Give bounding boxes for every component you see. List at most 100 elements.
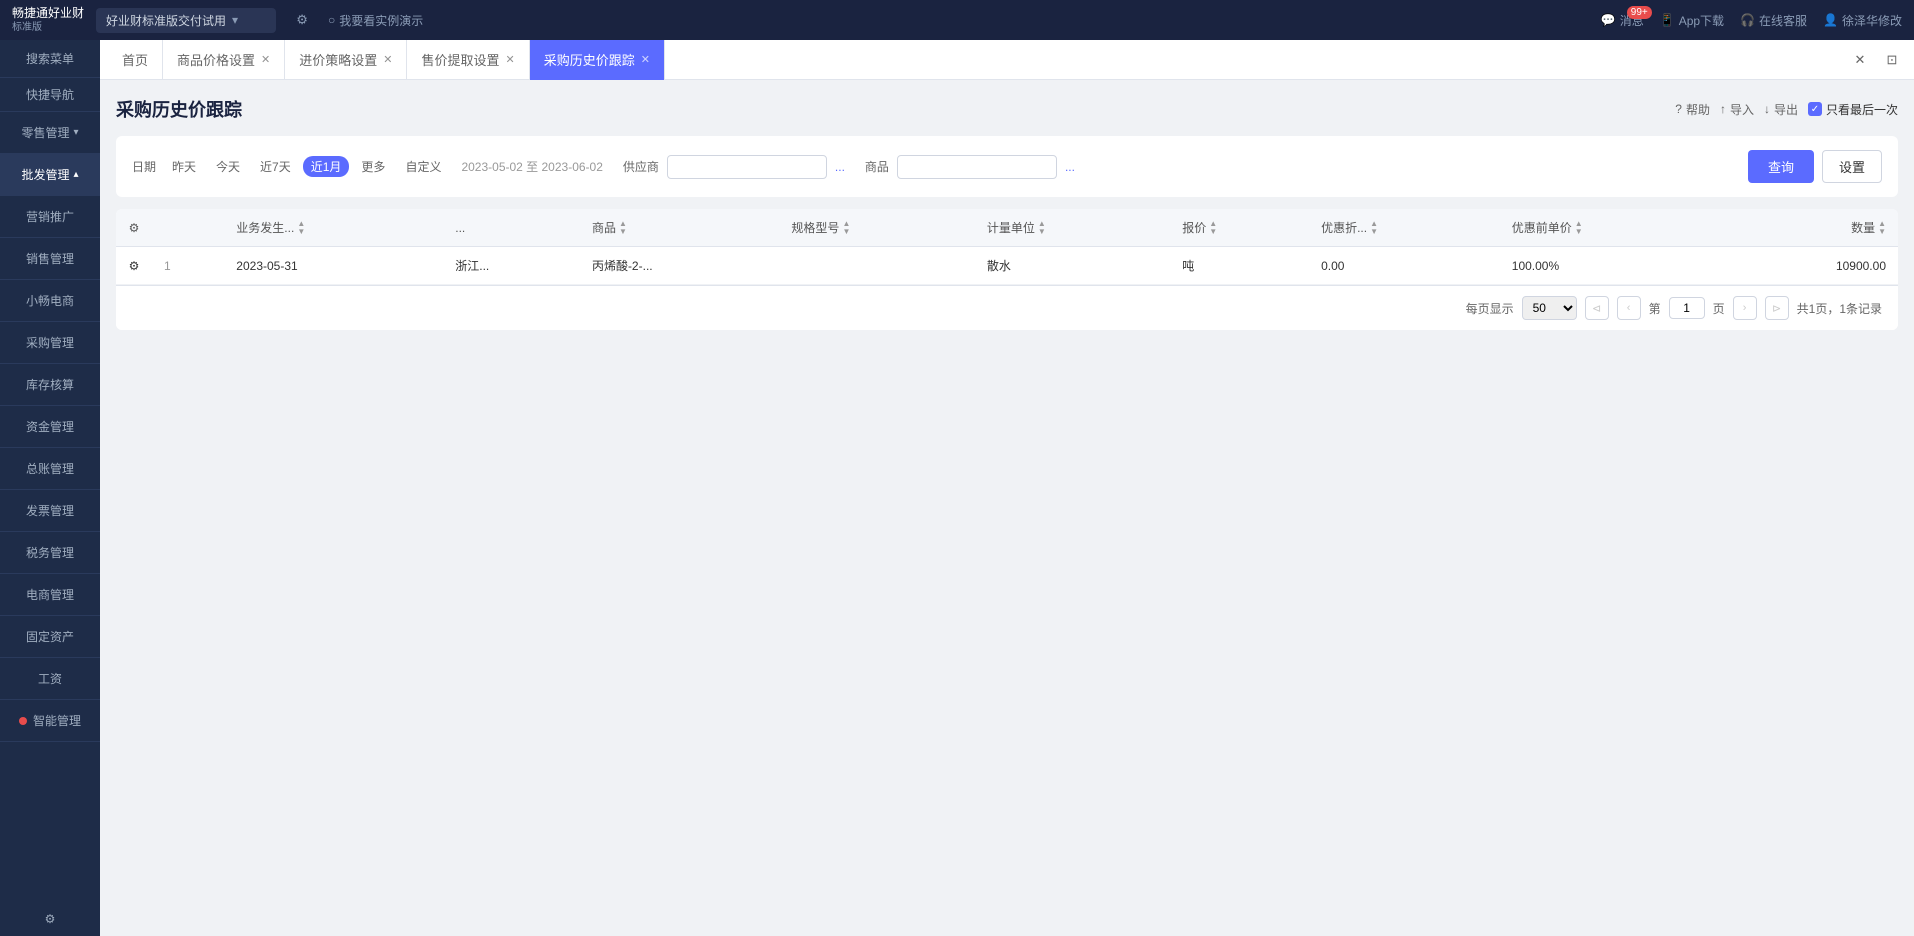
col-unit[interactable]: 计量单位 ▲▼ bbox=[975, 209, 1170, 247]
sidebar-item-label: 营销推广 bbox=[26, 208, 74, 225]
col-pre-discount-price[interactable]: 优惠前单价 ▲▼ bbox=[1500, 209, 1724, 247]
sort-icon: ▲▼ bbox=[297, 220, 305, 236]
sidebar-item-finance[interactable]: 资金管理 bbox=[0, 406, 100, 448]
date-btn-custom[interactable]: 自定义 bbox=[397, 156, 449, 177]
chevron-down-icon: ▾ bbox=[232, 13, 238, 27]
sidebar-item-smart[interactable]: 智能管理 bbox=[0, 700, 100, 742]
product-filter-group: 商品 ... bbox=[865, 155, 1075, 179]
per-page-label: 每页显示 bbox=[1466, 300, 1514, 317]
sidebar-item-ledger[interactable]: 总账管理 bbox=[0, 448, 100, 490]
messages-button[interactable]: 💬 消息 99+ bbox=[1601, 12, 1644, 29]
col-date[interactable]: 业务发生... ▲▼ bbox=[224, 209, 443, 247]
tab-home[interactable]: 首页 bbox=[108, 40, 163, 80]
col-quote[interactable]: 报价 ▲▼ bbox=[1170, 209, 1309, 247]
online-service-button[interactable]: 🎧 在线客服 bbox=[1740, 12, 1807, 29]
export-button[interactable]: ↓ 导出 bbox=[1764, 101, 1798, 118]
page-first-btn[interactable]: ⊲ bbox=[1585, 296, 1609, 320]
sidebar-item-retail[interactable]: 零售管理 ▾ bbox=[0, 112, 100, 154]
filter-settings-button[interactable]: 设置 bbox=[1822, 150, 1882, 183]
messages-badge: 99+ bbox=[1627, 6, 1652, 19]
date-btn-1month[interactable]: 近1月 bbox=[303, 156, 350, 177]
sidebar-item-invoice[interactable]: 发票管理 bbox=[0, 490, 100, 532]
sidebar-item-purchase[interactable]: 采购管理 bbox=[0, 322, 100, 364]
sidebar-item-marketing[interactable]: 营销推广 bbox=[0, 196, 100, 238]
col-more[interactable]: ... bbox=[443, 209, 580, 247]
sidebar-item-label: 批发管理 bbox=[21, 166, 69, 183]
total-info: 共1页，1条记录 bbox=[1797, 300, 1882, 317]
sidebar-item-label: 发票管理 bbox=[26, 502, 74, 519]
product-filter-label: 商品 bbox=[865, 158, 889, 175]
date-btn-today[interactable]: 今天 bbox=[208, 156, 248, 177]
sidebar-item-label: 工资 bbox=[38, 670, 62, 687]
row-product: 丙烯酸-2-... bbox=[580, 247, 779, 285]
export-icon: ↓ bbox=[1764, 102, 1770, 116]
supplier-more-btn[interactable]: ... bbox=[835, 160, 845, 174]
tab-price[interactable]: 商品价格设置 ✕ bbox=[163, 40, 285, 80]
tab-label: 进价策略设置 bbox=[299, 50, 377, 69]
date-range-display: 2023-05-02 至 2023-06-02 bbox=[461, 158, 602, 175]
tab-maximize-btn[interactable]: ⊡ bbox=[1878, 46, 1906, 74]
filter-actions: 查询 设置 bbox=[1748, 150, 1882, 183]
sidebar-settings-btn[interactable]: ⚙ bbox=[0, 902, 100, 936]
sort-icon: ▲▼ bbox=[1878, 220, 1886, 236]
import-button[interactable]: ↑ 导入 bbox=[1720, 101, 1754, 118]
sidebar-item-label: 税务管理 bbox=[26, 544, 74, 561]
page-prev-btn[interactable]: ‹ bbox=[1617, 296, 1641, 320]
row-unit: 散水 bbox=[975, 247, 1170, 285]
tab-strategy[interactable]: 进价策略设置 ✕ bbox=[285, 40, 407, 80]
sidebar-item-ecommerce[interactable]: 电商管理 bbox=[0, 574, 100, 616]
sidebar-item-ecommerce-small[interactable]: 小畅电商 bbox=[0, 280, 100, 322]
sort-icon: ▲▼ bbox=[1370, 220, 1378, 236]
row-supplier: 浙江... bbox=[443, 247, 580, 285]
tab-history-price[interactable]: 采购历史价跟踪 ✕ bbox=[530, 40, 665, 80]
col-spec[interactable]: 规格型号 ▲▼ bbox=[779, 209, 974, 247]
sidebar-item-tax[interactable]: 税务管理 bbox=[0, 532, 100, 574]
tab-close-icon[interactable]: ✕ bbox=[383, 53, 392, 66]
supplier-input[interactable] bbox=[667, 155, 827, 179]
help-button[interactable]: ? 帮助 bbox=[1675, 101, 1710, 118]
tab-sale-price[interactable]: 售价提取设置 ✕ bbox=[407, 40, 529, 80]
row-pre-discount-price: 10900.00 bbox=[1723, 247, 1898, 285]
col-discount[interactable]: 优惠折... ▲▼ bbox=[1309, 209, 1500, 247]
product-selector[interactable]: 好业财标准版交付试用 ▾ bbox=[96, 8, 276, 33]
sidebar-item-inventory[interactable]: 库存核算 bbox=[0, 364, 100, 406]
col-product[interactable]: 商品 ▲▼ bbox=[580, 209, 779, 247]
tab-close-icon[interactable]: ✕ bbox=[261, 53, 270, 66]
page-label: 第 bbox=[1649, 300, 1661, 317]
app-download-button[interactable]: 📱 App下载 bbox=[1660, 12, 1724, 29]
tab-close-window-btn[interactable]: ✕ bbox=[1846, 46, 1874, 74]
page-header: 采购历史价跟踪 ? 帮助 ↑ 导入 ↓ 导出 ✓ bbox=[116, 96, 1898, 122]
query-button[interactable]: 查询 bbox=[1748, 150, 1814, 183]
sidebar-item-label: 零售管理 bbox=[21, 124, 69, 141]
page-last-btn[interactable]: ⊳ bbox=[1765, 296, 1789, 320]
demo-link[interactable]: ○ 我要看实例演示 bbox=[328, 12, 423, 29]
sidebar-search[interactable]: 搜索菜单 bbox=[0, 40, 100, 78]
headset-icon: 🎧 bbox=[1740, 13, 1755, 27]
date-btn-more[interactable]: 更多 bbox=[353, 156, 393, 177]
sidebar-item-wholesale[interactable]: 批发管理 ▴ bbox=[0, 154, 100, 196]
row-gear[interactable]: ⚙ bbox=[116, 247, 152, 285]
topbar-settings-icon[interactable]: ⚙ bbox=[288, 6, 316, 34]
only-last-checkbox[interactable]: ✓ 只看最后一次 bbox=[1808, 101, 1898, 118]
user-menu-button[interactable]: 👤 徐泽华修改 bbox=[1823, 12, 1902, 29]
date-btn-7days[interactable]: 近7天 bbox=[252, 156, 299, 177]
product-input[interactable] bbox=[897, 155, 1057, 179]
page-input[interactable] bbox=[1669, 297, 1705, 319]
date-btn-yesterday[interactable]: 昨天 bbox=[164, 156, 204, 177]
sidebar-item-salary[interactable]: 工资 bbox=[0, 658, 100, 700]
per-page-select[interactable]: 50 100 200 bbox=[1522, 296, 1577, 320]
tab-label: 采购历史价跟踪 bbox=[544, 50, 635, 69]
sidebar-item-sales[interactable]: 销售管理 bbox=[0, 238, 100, 280]
tab-close-icon[interactable]: ✕ bbox=[506, 53, 515, 66]
product-more-btn[interactable]: ... bbox=[1065, 160, 1075, 174]
sidebar-quick-nav[interactable]: 快捷导航 bbox=[0, 78, 100, 112]
tab-label: 商品价格设置 bbox=[177, 50, 255, 69]
col-gear[interactable]: ⚙ bbox=[116, 209, 152, 247]
tab-close-icon[interactable]: ✕ bbox=[641, 53, 650, 66]
sidebar-item-assets[interactable]: 固定资产 bbox=[0, 616, 100, 658]
col-quantity[interactable]: 数量 ▲▼ bbox=[1723, 209, 1898, 247]
sidebar-item-label: 智能管理 bbox=[33, 712, 81, 729]
page-next-btn[interactable]: › bbox=[1733, 296, 1757, 320]
sidebar-item-label: 销售管理 bbox=[26, 250, 74, 267]
checkbox-checked-icon: ✓ bbox=[1808, 102, 1822, 116]
